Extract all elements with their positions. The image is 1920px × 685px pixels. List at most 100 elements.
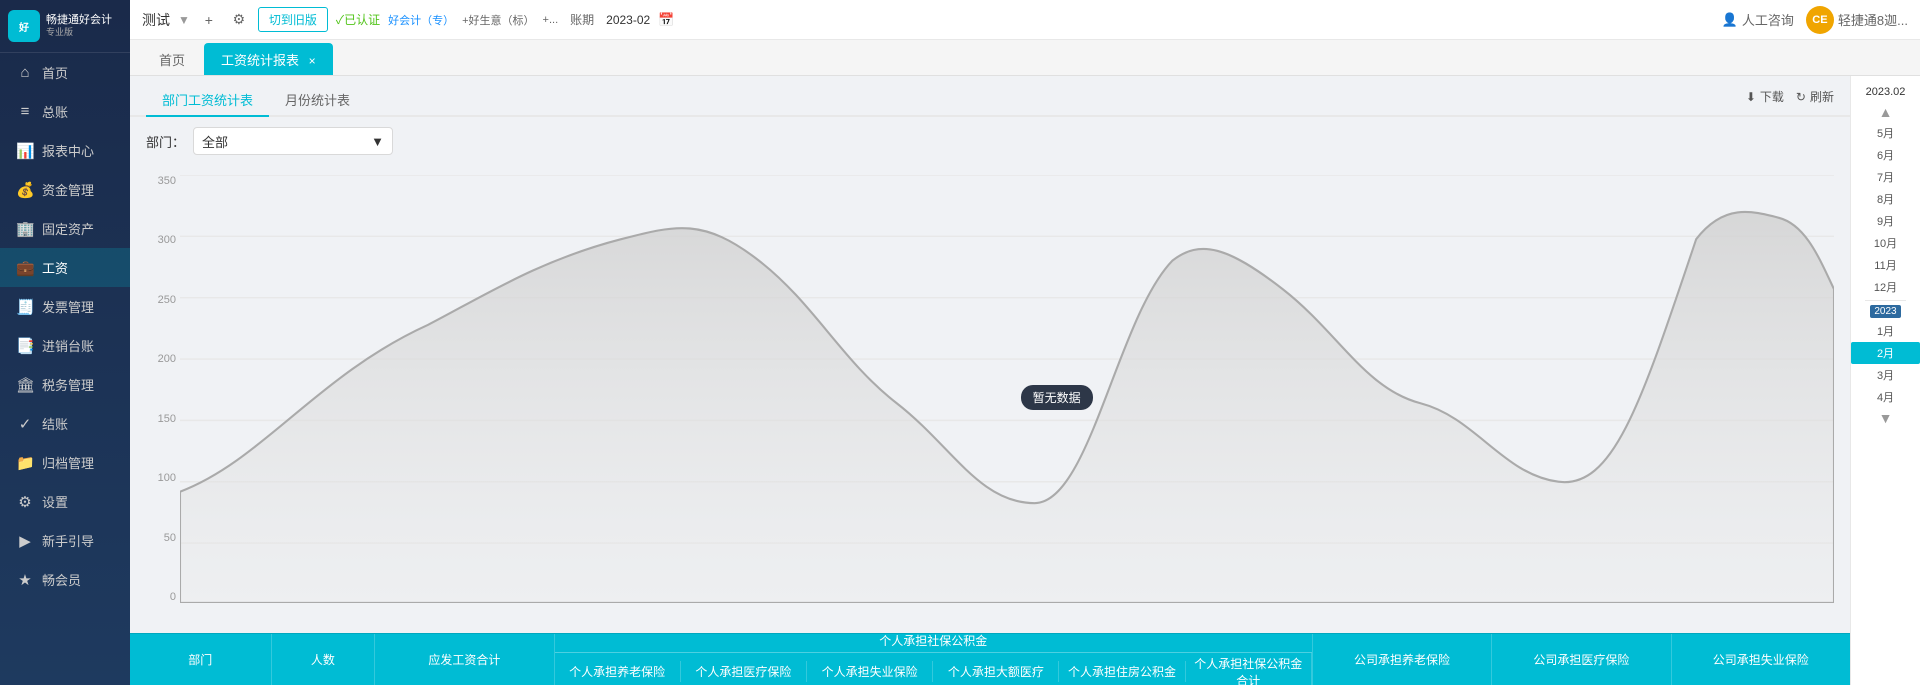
month-sep[interactable]: 9月 — [1851, 210, 1920, 232]
sidebar-label-home: 首页 — [42, 63, 68, 82]
archive-icon: 📁 — [16, 454, 34, 472]
th-personal-old-age: 个人承担养老保险 — [555, 661, 681, 682]
y-label-150: 150 — [158, 413, 176, 425]
sidebar-item-settings[interactable]: ⚙ 设置 — [0, 482, 130, 521]
sidebar-item-ledger[interactable]: ≡ 总账 — [0, 92, 130, 131]
department-select[interactable]: 全部 ▼ — [193, 127, 393, 155]
user-area[interactable]: CE 轻捷通8迦... — [1806, 6, 1908, 34]
finance-icon: 💰 — [16, 181, 34, 199]
help-button[interactable]: 👤 人工咨询 — [1722, 10, 1794, 29]
sidebar: 好 畅捷通好会计 专业版 ⌂ 首页 ≡ 总账 📊 报表中心 💰 资金管理 🏢 固… — [0, 0, 130, 685]
sidebar-item-member[interactable]: ★ 畅会员 — [0, 560, 130, 599]
app-sub: 专业版 — [46, 27, 112, 39]
sub-tabs-left: 部门工资统计表 月份统计表 — [146, 84, 366, 115]
th-company-old-age: 公司承担养老保险 — [1313, 634, 1492, 685]
month-mar-2023[interactable]: 3月 — [1851, 364, 1920, 386]
th-department: 部门 — [130, 634, 272, 685]
refresh-icon: ↻ — [1796, 90, 1806, 104]
logo-icon: 好 — [8, 10, 40, 42]
month-jun[interactable]: 6月 — [1851, 144, 1920, 166]
month-feb-2023[interactable]: 2月 — [1851, 342, 1920, 364]
sidebar-label-finance: 资金管理 — [42, 180, 94, 199]
help-icon: 👤 — [1722, 12, 1738, 28]
salary-icon: 💼 — [16, 259, 34, 277]
sidebar-item-guide[interactable]: ▶ 新手引导 — [0, 521, 130, 560]
sidebar-item-archive[interactable]: 📁 归档管理 — [0, 443, 130, 482]
th-group-cols: 个人承担养老保险 个人承担医疗保险 个人承担失业保险 个人承担大额医疗 个人承担 — [555, 653, 1312, 685]
table-header: 部门 人数 应发工资合计 个人承担社保公积金 个人承担养老保险 个人承担医疗 — [130, 633, 1850, 685]
sidebar-item-assets[interactable]: 🏢 固定资产 — [0, 209, 130, 248]
invoice-icon: 🧾 — [16, 298, 34, 316]
sidebar-item-finance[interactable]: 💰 资金管理 — [0, 170, 130, 209]
chart-svg — [180, 175, 1834, 603]
year-month-display: 2023.02 — [1851, 82, 1920, 102]
help-label: 人工咨询 — [1742, 10, 1794, 29]
month-may[interactable]: 5月 — [1851, 122, 1920, 144]
period-value: 2023-02 — [606, 13, 650, 27]
th-personal-medical: 个人承担医疗保险 — [681, 661, 807, 682]
sidebar-label-close: 结账 — [42, 414, 68, 433]
sub-tabs: 部门工资统计表 月份统计表 ⬇ 下载 ↻ 刷新 — [130, 76, 1850, 117]
panel-divider — [1865, 300, 1906, 301]
sidebar-label-reports: 报表中心 — [42, 141, 94, 160]
sales-icon: 📑 — [16, 337, 34, 355]
sidebar-item-invoice[interactable]: 🧾 发票管理 — [0, 287, 130, 326]
tab-home[interactable]: 首页 — [142, 43, 202, 75]
sidebar-label-invoice: 发票管理 — [42, 297, 94, 316]
month-nov[interactable]: 11月 — [1851, 254, 1920, 276]
th-company-medical: 公司承担医疗保险 — [1492, 634, 1671, 685]
switch-version-button[interactable]: 切到旧版 — [258, 7, 328, 32]
content-inner: 部门工资统计表 月份统计表 ⬇ 下载 ↻ 刷新 — [130, 76, 1850, 685]
month-aug[interactable]: 8月 — [1851, 188, 1920, 210]
y-label-250: 250 — [158, 294, 176, 306]
th-personal-major-medical: 个人承担大额医疗 — [933, 661, 1059, 682]
panel-down-button[interactable]: ▼ — [1877, 408, 1895, 428]
panel-up-button[interactable]: ▲ — [1877, 102, 1895, 122]
tabs-row: 首页 工资统计报表 × — [130, 40, 1920, 76]
sidebar-item-sales[interactable]: 📑 进销台账 — [0, 326, 130, 365]
sidebar-item-tax[interactable]: 🏛 税务管理 — [0, 365, 130, 404]
y-axis: 350 300 250 200 150 100 50 0 — [146, 175, 176, 603]
y-label-200: 200 — [158, 353, 176, 365]
calendar-icon[interactable]: 📅 — [658, 12, 674, 28]
y-label-100: 100 — [158, 472, 176, 484]
tag-business: +好生意（标） — [462, 12, 534, 28]
tab-salary-report[interactable]: 工资统计报表 × — [204, 43, 333, 75]
sub-tab-department[interactable]: 部门工资统计表 — [146, 84, 269, 117]
th-count: 人数 — [272, 634, 376, 685]
add-button[interactable]: + — [198, 9, 220, 31]
sidebar-item-reports[interactable]: 📊 报表中心 — [0, 131, 130, 170]
y-label-0: 0 — [170, 591, 176, 603]
department-label: 部门： — [146, 132, 185, 151]
download-button[interactable]: ⬇ 下载 — [1746, 88, 1784, 105]
avatar: CE — [1806, 6, 1834, 34]
sidebar-item-close[interactable]: ✓ 结账 — [0, 404, 130, 443]
sub-tabs-right: ⬇ 下载 ↻ 刷新 — [1746, 88, 1834, 111]
settings-icon: ⚙ — [16, 493, 34, 511]
sidebar-item-home[interactable]: ⌂ 首页 — [0, 53, 130, 92]
month-apr-2023[interactable]: 4月 — [1851, 386, 1920, 408]
reports-icon: 📊 — [16, 142, 34, 160]
filter-row: 部门： 全部 ▼ — [130, 117, 1850, 165]
month-jul[interactable]: 7月 — [1851, 166, 1920, 188]
sub-tab-monthly[interactable]: 月份统计表 — [269, 84, 366, 117]
certified-badge: ✓已认证 — [336, 11, 380, 28]
sidebar-label-salary: 工资 — [42, 258, 68, 277]
sidebar-label-sales: 进销台账 — [42, 336, 94, 355]
settings-topbar-button[interactable]: ⚙ — [228, 9, 250, 31]
select-arrow-icon: ▼ — [371, 134, 384, 149]
sidebar-item-salary[interactable]: 💼 工资 — [0, 248, 130, 287]
chart-area: 350 300 250 200 150 100 50 0 — [130, 165, 1850, 633]
tab-close-icon[interactable]: × — [309, 54, 316, 68]
title-dropdown-icon[interactable]: ▼ — [178, 13, 190, 27]
month-jan-2023[interactable]: 1月 — [1851, 320, 1920, 342]
month-oct[interactable]: 10月 — [1851, 232, 1920, 254]
home-icon: ⌂ — [16, 64, 34, 81]
sidebar-label-assets: 固定资产 — [42, 219, 94, 238]
th-personal-housing-fund: 个人承担住房公积金 — [1059, 661, 1185, 682]
month-dec[interactable]: 12月 — [1851, 276, 1920, 298]
chart-svg-wrapper: 暂无数据 — [180, 175, 1834, 603]
refresh-button[interactable]: ↻ 刷新 — [1796, 88, 1834, 105]
ledger-icon: ≡ — [16, 103, 34, 120]
member-icon: ★ — [16, 571, 34, 589]
